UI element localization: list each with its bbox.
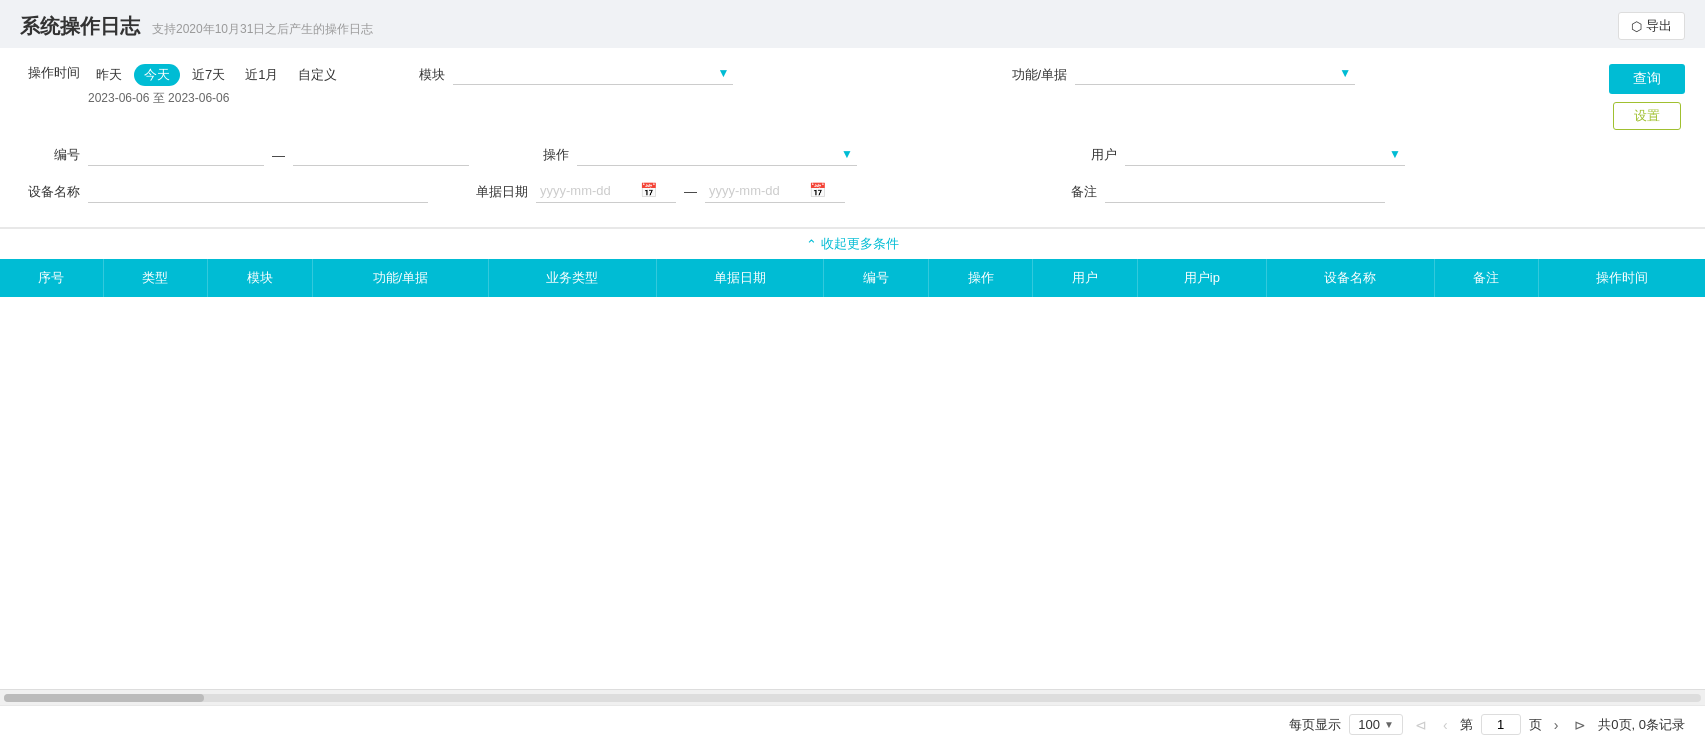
settings-button[interactable]: 设置: [1613, 102, 1681, 130]
device-label: 设备名称: [20, 183, 80, 201]
number-dash: —: [272, 148, 285, 163]
page-label: 第: [1460, 716, 1473, 734]
function-select[interactable]: ▼: [1075, 64, 1355, 85]
col-operation: 操作: [928, 259, 1032, 297]
collapse-button[interactable]: ⌃ 收起更多条件: [806, 235, 899, 253]
table-wrapper: 序号 类型 模块 功能/单据 业务类型 单据日期 编号 操作 用户 用户ip 设…: [0, 259, 1705, 689]
first-page-button[interactable]: ⊲: [1411, 715, 1431, 735]
next-page-button[interactable]: ›: [1550, 715, 1563, 735]
doc-date-start-input[interactable]: [540, 183, 640, 198]
scroll-track[interactable]: [4, 694, 1701, 702]
calendar-start-icon[interactable]: 📅: [640, 182, 657, 198]
per-page-label: 每页显示: [1289, 716, 1341, 734]
doc-date-end-wrap: 📅: [705, 180, 845, 203]
operation-label: 操作: [509, 146, 569, 164]
export-button[interactable]: ⬡ 导出: [1618, 12, 1685, 40]
col-biztype: 业务类型: [489, 259, 657, 297]
page-header: 系统操作日志 支持2020年10月31日之后产生的操作日志 ⬡ 导出: [0, 0, 1705, 48]
time-btn-7days[interactable]: 近7天: [184, 64, 233, 86]
table-header-row: 序号 类型 模块 功能/单据 业务类型 单据日期 编号 操作 用户 用户ip 设…: [0, 259, 1705, 297]
page-unit: 页: [1529, 716, 1542, 734]
horizontal-scrollbar[interactable]: [0, 689, 1705, 705]
export-icon: ⬡: [1631, 19, 1642, 34]
pagination-bar: 每页显示 100 ▼ ⊲ ‹ 第 页 › ⊳ 共0页, 0条记录: [0, 705, 1705, 743]
page-subtitle: 支持2020年10月31日之后产生的操作日志: [152, 21, 373, 38]
module-select[interactable]: ▼: [453, 64, 733, 85]
col-index: 序号: [0, 259, 103, 297]
prev-page-button[interactable]: ‹: [1439, 715, 1452, 735]
doc-date-start-wrap: 📅: [536, 180, 676, 203]
calendar-end-icon[interactable]: 📅: [809, 182, 826, 198]
query-button[interactable]: 查询: [1609, 64, 1685, 94]
date-dash: —: [684, 184, 697, 199]
col-module: 模块: [208, 259, 312, 297]
user-select[interactable]: ▼: [1125, 145, 1405, 166]
col-docdate: 单据日期: [656, 259, 824, 297]
total-info: 共0页, 0条记录: [1598, 716, 1685, 734]
page-number-input[interactable]: [1481, 714, 1521, 735]
time-label: 操作时间: [20, 64, 80, 82]
time-btn-1month[interactable]: 近1月: [237, 64, 286, 86]
time-range-display: 2023-06-06 至 2023-06-06: [88, 90, 345, 107]
data-table: 序号 类型 模块 功能/单据 业务类型 单据日期 编号 操作 用户 用户ip 设…: [0, 259, 1705, 297]
collapse-icon: ⌃: [806, 237, 817, 252]
operation-dropdown-icon: ▼: [841, 147, 853, 161]
last-page-button[interactable]: ⊳: [1570, 715, 1590, 735]
filter-area: 操作时间 昨天 今天 近7天 近1月 自定义 2023-06-06 至 2023…: [0, 48, 1705, 228]
col-device: 设备名称: [1266, 259, 1434, 297]
time-btn-custom[interactable]: 自定义: [290, 64, 345, 86]
remark-input[interactable]: [1105, 181, 1385, 203]
doc-date-end-input[interactable]: [709, 183, 809, 198]
col-remark: 备注: [1434, 259, 1538, 297]
operation-select[interactable]: ▼: [577, 145, 857, 166]
remark-label: 备注: [1037, 183, 1097, 201]
user-dropdown-icon: ▼: [1389, 147, 1401, 161]
per-page-select[interactable]: 100 ▼: [1349, 714, 1403, 735]
collapse-bar: ⌃ 收起更多条件: [0, 228, 1705, 259]
page-title: 系统操作日志: [20, 13, 140, 40]
module-label: 模块: [385, 66, 445, 84]
user-label: 用户: [1057, 146, 1117, 164]
col-userip: 用户ip: [1137, 259, 1266, 297]
module-dropdown-icon: ▼: [718, 66, 730, 80]
scroll-thumb[interactable]: [4, 694, 204, 702]
function-dropdown-icon: ▼: [1339, 66, 1351, 80]
col-number: 编号: [824, 259, 928, 297]
number-input-start[interactable]: [88, 144, 264, 166]
time-btn-yesterday[interactable]: 昨天: [88, 64, 130, 86]
col-optime: 操作时间: [1538, 259, 1705, 297]
col-type: 类型: [103, 259, 207, 297]
per-page-value: 100: [1358, 717, 1380, 732]
col-function: 功能/单据: [312, 259, 488, 297]
device-input[interactable]: [88, 181, 428, 203]
function-label: 功能/单据: [1007, 66, 1067, 84]
col-user: 用户: [1033, 259, 1137, 297]
number-label: 编号: [20, 146, 80, 164]
time-btn-today[interactable]: 今天: [134, 64, 180, 86]
doc-date-label: 单据日期: [468, 183, 528, 201]
per-page-arrow-icon: ▼: [1384, 719, 1394, 730]
action-buttons: 查询 设置: [1609, 64, 1685, 130]
number-input-end[interactable]: [293, 144, 469, 166]
